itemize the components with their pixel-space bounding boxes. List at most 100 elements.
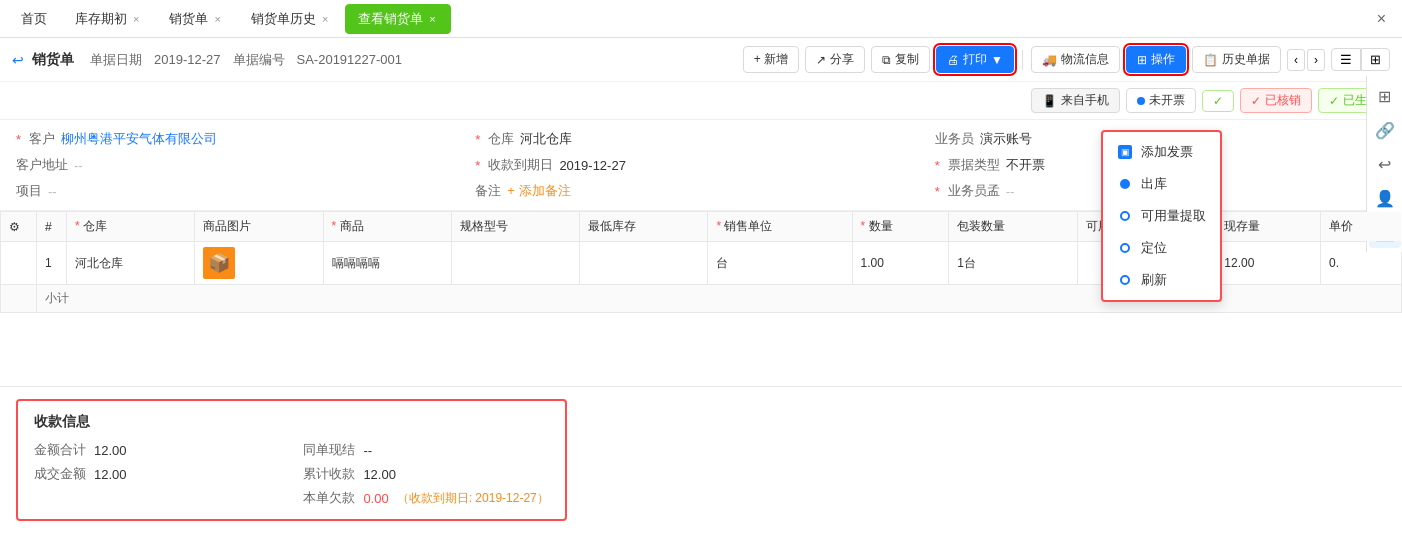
tab-bar: 首页 库存期初 × 销货单 × 销货单历史 × 查看销货单 × × — [0, 0, 1402, 38]
project-value: -- — [48, 184, 57, 199]
doc-title: 销货单 — [32, 51, 74, 69]
address-field: 客户地址 -- — [16, 156, 467, 174]
history-button[interactable]: 📋 历史单据 — [1192, 46, 1281, 73]
tab-sales-history-close[interactable]: × — [320, 13, 330, 25]
sales-staff-required-star: * — [935, 184, 940, 199]
ticket-type-label: 票据类型 — [948, 156, 1000, 174]
col-pack-qty-header: 包装数量 — [949, 212, 1077, 242]
print-icon: 🖨 — [947, 53, 959, 67]
payment-owe-value: 0.00 — [363, 491, 388, 506]
print-label: 打印 — [963, 51, 987, 68]
doc-header-left: ↩ 销货单 — [12, 51, 74, 69]
payment-cumulative-label: 累计收款 — [303, 465, 355, 483]
tab-home-label: 首页 — [21, 10, 47, 28]
payment-cumulative-row: 累计收款 12.00 — [303, 465, 548, 483]
payment-date-field: * 收款到期日 2019-12-27 — [475, 156, 926, 174]
sidebar-icon-2[interactable]: 🔗 — [1369, 114, 1401, 146]
window-close-button[interactable]: × — [1369, 10, 1394, 28]
copy-icon: ⧉ — [882, 53, 891, 67]
view-toggle: ☰ ⊞ — [1331, 48, 1390, 71]
sidebar-icon-3[interactable]: ↩ — [1369, 148, 1401, 180]
col-num-header: # — [37, 212, 67, 242]
payment-owe-note: （收款到期日: 2019-12-27） — [397, 490, 549, 507]
row-current-stock: 12.00 — [1216, 242, 1321, 285]
row-pack-qty: 1台 — [949, 242, 1077, 285]
sidebar-icon-4[interactable]: 👤 — [1369, 182, 1401, 214]
tab-view-sales-close[interactable]: × — [427, 13, 437, 25]
new-button[interactable]: + 新增 — [743, 46, 799, 73]
row-min-stock — [580, 242, 708, 285]
payment-owe-row: 本单欠款 0.00 （收款到期日: 2019-12-27） — [303, 489, 548, 507]
warehouse-value: 河北仓库 — [520, 130, 572, 148]
dropdown-locate[interactable]: 定位 — [1103, 232, 1220, 264]
tab-sales-order[interactable]: 销货单 × — [156, 4, 235, 34]
tab-sales-order-close[interactable]: × — [212, 13, 222, 25]
row-num: 1 — [37, 242, 67, 285]
operate-label: 操作 — [1151, 51, 1175, 68]
payment-date-label: 收款到期日 — [488, 156, 553, 174]
warehouse-label: 仓库 — [488, 130, 514, 148]
operate-icon: ⊞ — [1137, 53, 1147, 67]
col-current-stock-header: 现存量 — [1216, 212, 1321, 242]
effective-check-icon: ✓ — [1329, 94, 1339, 108]
doc-date-value: 2019-12-27 — [154, 52, 221, 67]
col-min-stock-header: 最低库存 — [580, 212, 708, 242]
tab-inventory-init[interactable]: 库存期初 × — [62, 4, 154, 34]
note-label: 备注 — [475, 182, 501, 200]
doc-number-value: SA-20191227-001 — [297, 52, 403, 67]
tab-view-sales[interactable]: 查看销货单 × — [345, 4, 450, 34]
dropdown-refresh[interactable]: 刷新 — [1103, 264, 1220, 296]
tab-sales-history-label: 销货单历史 — [251, 10, 316, 28]
dropdown-available-extract[interactable]: 可用量提取 — [1103, 200, 1220, 232]
history-label: 历史单据 — [1222, 51, 1270, 68]
share-button[interactable]: ↗ 分享 — [805, 46, 865, 73]
confirmed-icon-btn[interactable]: ✓ — [1202, 90, 1234, 112]
tab-sales-history[interactable]: 销货单历史 × — [238, 4, 343, 34]
from-phone-label: 来自手机 — [1061, 92, 1109, 109]
note-field: 备注 + 添加备注 — [475, 182, 926, 200]
payment-same-order-row: 同单现结 -- — [303, 441, 548, 459]
dropdown-out-stock[interactable]: 出库 — [1103, 168, 1220, 200]
tab-inventory-init-label: 库存期初 — [75, 10, 127, 28]
doc-icon: ↩ — [12, 52, 24, 68]
row-img: 📦 — [195, 242, 323, 285]
print-button[interactable]: 🖨 打印 ▼ — [936, 46, 1014, 73]
gear-icon[interactable]: ⚙ — [9, 220, 20, 234]
page-prev-button[interactable]: ‹ — [1287, 49, 1305, 71]
view-grid-button[interactable]: ⊞ — [1361, 48, 1390, 71]
logistics-button[interactable]: 🚚 物流信息 — [1031, 46, 1120, 73]
nukesale-button[interactable]: ✓ 已核销 — [1240, 88, 1312, 113]
copy-button[interactable]: ⧉ 复制 — [871, 46, 930, 73]
sidebar-icon-1[interactable]: ⊞ — [1369, 80, 1401, 112]
available-extract-label: 可用量提取 — [1141, 207, 1206, 225]
subtotal-gear — [1, 285, 37, 313]
warehouse-field: * 仓库 河北仓库 — [475, 130, 926, 148]
doc-header: ↩ 销货单 单据日期 2019-12-27 单据编号 SA-20191227-0… — [0, 38, 1402, 82]
col-img-header: 商品图片 — [195, 212, 323, 242]
circle-icon — [1120, 179, 1130, 189]
check-icon: ✓ — [1251, 94, 1261, 108]
view-list-button[interactable]: ☰ — [1331, 48, 1361, 71]
warehouse-required-star: * — [475, 132, 480, 147]
col-qty-header: * 数量 — [852, 212, 949, 242]
history-icon: 📋 — [1203, 53, 1218, 67]
locate-icon — [1117, 240, 1133, 256]
payment-grid: 金额合计 12.00 同单现结 -- 成交金额 12.00 累计收款 12.00 — [34, 441, 549, 507]
tab-home[interactable]: 首页 — [8, 4, 60, 34]
operate-button[interactable]: ⊞ 操作 — [1126, 46, 1186, 73]
page-next-button[interactable]: › — [1307, 49, 1325, 71]
product-image: 📦 — [203, 247, 235, 279]
address-label: 客户地址 — [16, 156, 68, 174]
not-opened-button[interactable]: 未开票 — [1126, 88, 1196, 113]
customer-value[interactable]: 柳州粤港平安气体有限公司 — [61, 130, 217, 148]
col-product-header: * 商品 — [323, 212, 451, 242]
payment-deal-label: 成交金额 — [34, 465, 86, 483]
refresh-icon — [1117, 272, 1133, 288]
project-field: 项目 -- — [16, 182, 467, 200]
from-phone-button[interactable]: 📱 来自手机 — [1031, 88, 1120, 113]
sub-toolbar: 📱 来自手机 未开票 ✓ ✓ 已核销 ✓ 已生效 — [0, 82, 1402, 120]
dropdown-add-invoice[interactable]: ▣ 添加发票 — [1103, 136, 1220, 168]
row-warehouse: 河北仓库 — [67, 242, 195, 285]
add-note-button[interactable]: + 添加备注 — [507, 182, 570, 200]
tab-inventory-init-close[interactable]: × — [131, 13, 141, 25]
